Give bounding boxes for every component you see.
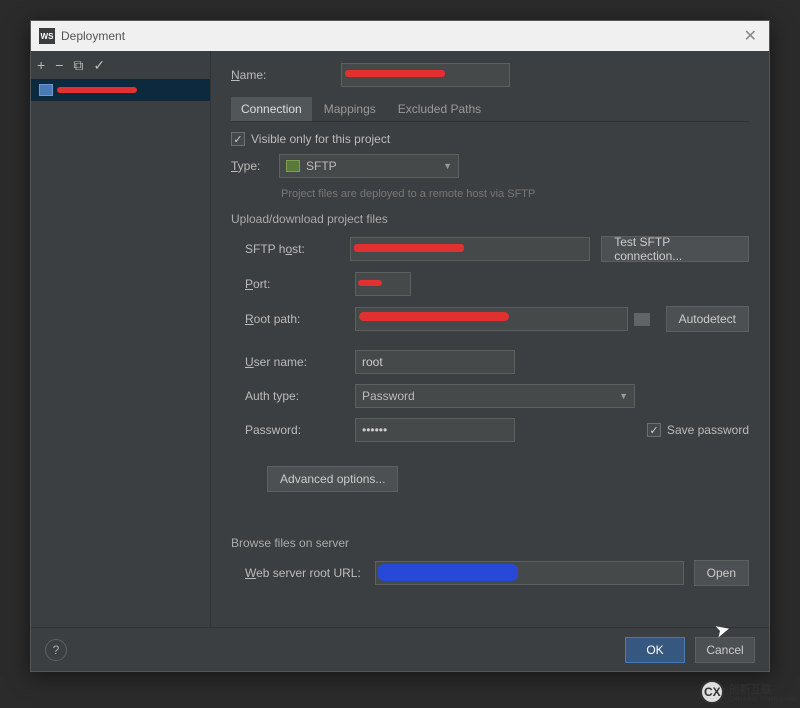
tab-excluded-paths[interactable]: Excluded Paths <box>388 97 491 121</box>
titlebar: WS Deployment ✕ <box>31 21 769 51</box>
password-label: Password: <box>245 423 355 437</box>
advanced-options-button[interactable]: Advanced options... <box>267 466 398 492</box>
dialog-content: + − ⧉ ✓ Name: <box>31 51 769 627</box>
type-value: SFTP <box>306 159 337 173</box>
watermark-logo-icon: CX <box>700 680 724 704</box>
window-title: Deployment <box>61 29 740 43</box>
help-button[interactable]: ? <box>45 639 67 661</box>
name-input[interactable] <box>341 63 510 87</box>
browse-folder-icon[interactable] <box>634 313 650 326</box>
app-icon: WS <box>39 28 55 44</box>
host-label: SFTP host: <box>245 242 350 256</box>
auth-type-label: Auth type: <box>245 389 355 403</box>
server-list-item[interactable] <box>31 79 210 101</box>
watermark-subtext: CHUANG XINHULIAN <box>728 697 796 703</box>
tab-connection[interactable]: Connection <box>231 97 312 121</box>
server-label <box>59 83 106 97</box>
watermark: CX 创新互联 CHUANG XINHULIAN <box>700 680 796 704</box>
dialog-footer: ? OK Cancel <box>31 627 769 671</box>
type-select[interactable]: SFTP ▼ <box>279 154 459 178</box>
tab-mappings[interactable]: Mappings <box>314 97 386 121</box>
web-url-input[interactable] <box>375 561 684 585</box>
sftp-host-input[interactable] <box>350 237 589 261</box>
root-path-label: Root path: <box>245 312 355 326</box>
visible-only-checkbox[interactable] <box>231 132 245 146</box>
auth-type-value: Password <box>362 389 415 403</box>
auth-type-select[interactable]: Password ▼ <box>355 384 635 408</box>
name-label: Name: <box>231 68 341 82</box>
autodetect-button[interactable]: Autodetect <box>666 306 749 332</box>
test-connection-button[interactable]: Test SFTP connection... <box>601 236 749 262</box>
watermark-text: 创新互联 <box>728 681 796 697</box>
close-icon[interactable]: ✕ <box>740 26 761 46</box>
remove-icon[interactable]: − <box>55 57 63 73</box>
host-icon <box>39 84 53 96</box>
password-input[interactable] <box>355 418 515 442</box>
chevron-down-icon: ▼ <box>619 391 628 401</box>
username-label: User name: <box>245 355 355 369</box>
chevron-down-icon: ▼ <box>443 161 452 171</box>
confirm-icon[interactable]: ✓ <box>93 57 105 74</box>
sftp-icon <box>286 160 300 172</box>
add-icon[interactable]: + <box>37 57 45 73</box>
tabs: Connection Mappings Excluded Paths <box>231 97 749 122</box>
open-button[interactable]: Open <box>694 560 749 586</box>
type-label: Type: <box>231 159 279 173</box>
browse-section-title: Browse files on server <box>231 536 749 550</box>
sidebar: + − ⧉ ✓ <box>31 51 211 627</box>
type-hint: Project files are deployed to a remote h… <box>281 188 749 200</box>
ok-button[interactable]: OK <box>625 637 685 663</box>
sidebar-toolbar: + − ⧉ ✓ <box>31 51 210 79</box>
port-input[interactable] <box>355 272 411 296</box>
web-url-label: Web server root URL: <box>245 566 375 580</box>
main-panel: Name: Connection Mappings Excluded Paths… <box>211 51 769 627</box>
save-password-label: Save password <box>667 423 749 437</box>
username-input[interactable] <box>355 350 515 374</box>
deployment-dialog: WS Deployment ✕ + − ⧉ ✓ Name: <box>30 20 770 672</box>
port-label: Port: <box>245 277 355 291</box>
visible-only-label: Visible only for this project <box>251 132 390 146</box>
save-password-checkbox[interactable] <box>647 423 661 437</box>
cancel-button[interactable]: Cancel <box>695 637 755 663</box>
upload-section-title: Upload/download project files <box>231 212 749 226</box>
copy-icon[interactable]: ⧉ <box>73 57 83 74</box>
root-path-input[interactable] <box>355 307 628 331</box>
